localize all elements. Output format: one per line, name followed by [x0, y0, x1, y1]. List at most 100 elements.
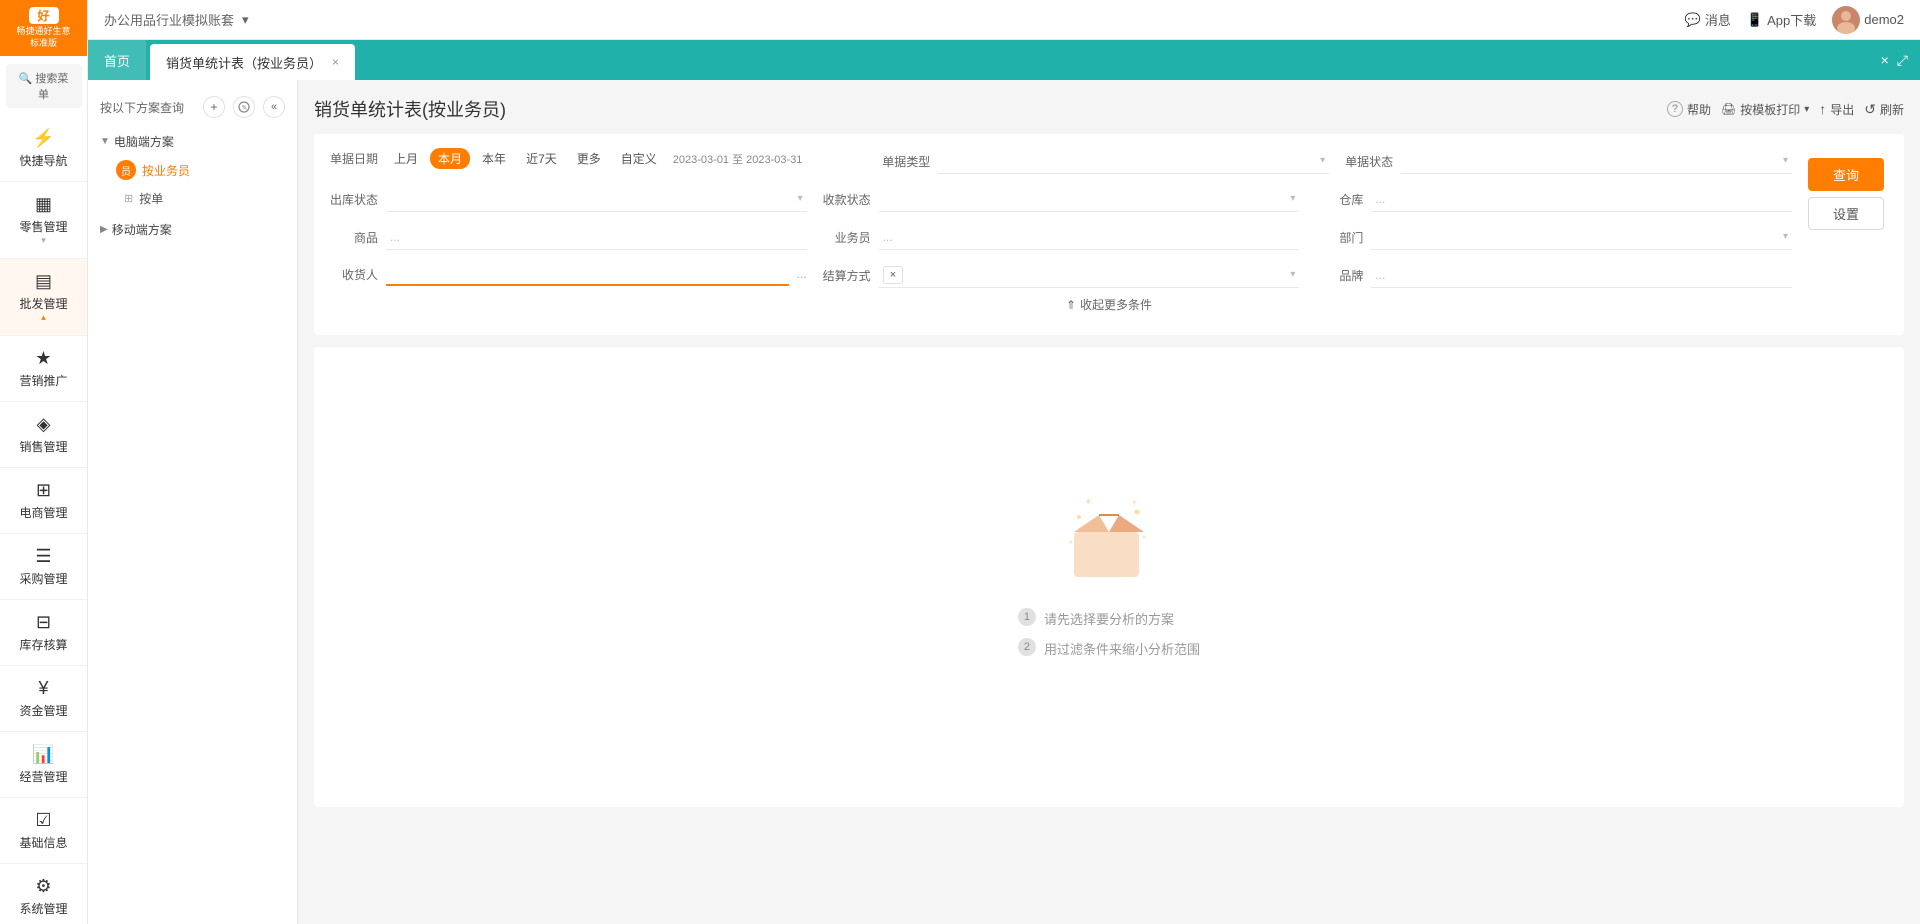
sidebar-item-inventory[interactable]: ⊟ 库存核算 [0, 600, 87, 666]
salesman-placeholder: ... [883, 230, 893, 244]
scheme-group-desktop-header[interactable]: ▼ 电脑端方案 [88, 128, 297, 155]
warehouse-select[interactable]: ... [1371, 186, 1792, 212]
payment-select[interactable]: × ▾ [879, 262, 1300, 288]
date-btn-this-year[interactable]: 本年 [474, 148, 514, 169]
doc-status-label: 单据状态 [1345, 153, 1393, 170]
filter-form-main: 单据日期 上月 本月 本年 近7天 更多 自定义 2023-03-01 至 20… [330, 148, 1792, 288]
tab-close-all-icon[interactable]: × [1881, 52, 1889, 69]
export-btn[interactable]: ↑ 导出 [1819, 101, 1854, 118]
edit-scheme-btn[interactable]: ✎ [233, 96, 255, 118]
basic-icon: ☑ [35, 810, 51, 831]
collapse-bar[interactable]: ⇑ 收起更多条件 [330, 288, 1888, 321]
date-btn-last-month[interactable]: 上月 [386, 148, 426, 169]
refresh-icon: ↺ [1864, 101, 1876, 118]
sub-icon: ⊞ [124, 192, 133, 205]
finance-icon: ¥ [38, 678, 48, 699]
consignee-more-icon[interactable]: ... [797, 267, 807, 281]
doc-type-select[interactable]: ▾ [938, 148, 1329, 174]
brand-select[interactable]: ... [1371, 262, 1792, 288]
empty-description: 1 请先选择要分析的方案 2 用过滤条件来缩小分析范围 [1018, 607, 1200, 667]
search-icon: 🔍 [19, 73, 33, 85]
date-btn-this-month[interactable]: 本月 [430, 148, 470, 169]
left-panel-title: 按以下方案查询 [100, 99, 184, 116]
payment-tag[interactable]: × [883, 266, 903, 284]
app-download-btn[interactable]: 📱 App下载 [1747, 10, 1816, 29]
page-title: 销货单统计表(按业务员) [314, 96, 506, 122]
right-buttons-column: 查询 设置 [1808, 148, 1888, 230]
out-status-arrow: ▾ [798, 193, 803, 204]
filter-row-3: 商品 ... 业务员 ... [330, 224, 1792, 250]
sidebar-item-marketing[interactable]: ★ 营销推广 [0, 336, 87, 402]
empty-state: ✦ ✦ 1 请先选择要分析的方案 2 用过滤条件来缩小分析范围 [314, 407, 1904, 747]
app-icon: 📱 [1747, 12, 1763, 28]
page-title-actions: ? 帮助 🖨 按模板打印 ▾ ↑ 导出 ↺ 刷新 [1667, 101, 1904, 118]
sidebar-item-wholesale[interactable]: ▤ 批发管理 ▴ [0, 259, 87, 336]
filter-group-goods: 商品 ... [330, 224, 807, 250]
brand-label: 品牌 [1315, 267, 1363, 284]
scheme-item-order[interactable]: ⊞ 按单 [88, 185, 297, 212]
salesman-label: 业务员 [823, 229, 871, 246]
payment-label: 结算方式 [823, 267, 871, 284]
filter-group-receive-status: 收款状态 ▾ [823, 186, 1300, 212]
setting-btn[interactable]: 设置 [1808, 197, 1884, 230]
doc-status-select[interactable]: ▾ [1401, 148, 1792, 174]
dept-select[interactable]: ▾ [1371, 224, 1792, 250]
tab-close-btn[interactable]: × [332, 55, 339, 69]
sidebar-item-quick-nav[interactable]: ⚡ 快捷导航 [0, 116, 87, 182]
sidebar-item-basic[interactable]: ☑ 基础信息 [0, 798, 87, 864]
sidebar-item-operations[interactable]: 📊 经营管理 [0, 732, 87, 798]
scheme-group-arrow: ▼ [100, 136, 110, 147]
message-btn[interactable]: 💬 消息 [1685, 10, 1731, 29]
date-btn-custom[interactable]: 自定义 [613, 148, 665, 169]
date-filter: 上月 本月 本年 近7天 更多 自定义 2023-03-01 至 2023-03… [386, 148, 866, 169]
consignee-input[interactable] [386, 262, 789, 286]
ecommerce-icon: ⊞ [36, 480, 51, 501]
date-label: 单据日期 [330, 150, 378, 167]
tab-home[interactable]: 首页 [88, 40, 146, 80]
tabbar: 首页 销货单统计表（按业务员） × × ⤢ [88, 40, 1920, 80]
sidebar-item-sales[interactable]: ◈ 销售管理 [0, 402, 87, 468]
search-menu[interactable]: 🔍 搜索菜单 [6, 64, 82, 108]
help-btn[interactable]: ? 帮助 [1667, 101, 1711, 118]
tab-expand-icon[interactable]: ⤢ [1897, 52, 1908, 69]
refresh-btn[interactable]: ↺ 刷新 [1864, 101, 1904, 118]
tab-sales-stats[interactable]: 销货单统计表（按业务员） × [150, 44, 355, 80]
payment-tag-value: × [890, 269, 896, 281]
sidebar-item-retail[interactable]: ▦ 零售管理 ▾ [0, 182, 87, 259]
tab-actions: × ⤢ [1881, 52, 1920, 69]
retail-icon: ▦ [35, 194, 52, 215]
collapse-scheme-btn[interactable]: « [263, 96, 285, 118]
lph-actions: + ✎ « [203, 96, 285, 118]
goods-select[interactable]: ... [386, 224, 807, 250]
add-scheme-btn[interactable]: + [203, 96, 225, 118]
print-btn[interactable]: 🖨 按模板打印 ▾ [1721, 101, 1809, 118]
marketing-icon: ★ [35, 348, 51, 369]
date-btn-7days[interactable]: 近7天 [518, 148, 565, 169]
content-area: 按以下方案查询 + ✎ « ▼ 电脑端方案 员 按业务员 [88, 80, 1920, 924]
user-avatar-btn[interactable]: demo2 [1832, 6, 1904, 34]
wholesale-arrow: ▴ [41, 312, 46, 323]
sidebar-item-ecommerce[interactable]: ⊞ 电商管理 [0, 468, 87, 534]
filter-row-2: 出库状态 ▾ 收款状态 ▾ [330, 186, 1792, 212]
scheme-group-mobile-header[interactable]: ▶ 移动端方案 [88, 216, 297, 243]
query-btn[interactable]: 查询 [1808, 158, 1884, 191]
nav-dropdown-icon[interactable]: ▾ [242, 12, 249, 28]
scheme-item-salesman[interactable]: 员 按业务员 [88, 155, 297, 185]
salesman-select[interactable]: ... [879, 224, 1300, 250]
date-range: 2023-03-01 至 2023-03-31 [673, 151, 803, 167]
scheme-group-desktop: ▼ 电脑端方案 员 按业务员 ⊞ 按单 [88, 128, 297, 212]
sidebar-item-finance[interactable]: ¥ 资金管理 [0, 666, 87, 732]
user-name: demo2 [1864, 12, 1904, 27]
sidebar-item-purchase[interactable]: ☰ 采购管理 [0, 534, 87, 600]
out-status-select[interactable]: ▾ [386, 186, 807, 212]
sidebar-item-system[interactable]: ⚙ 系统管理 [0, 864, 87, 924]
left-panel-header: 按以下方案查询 + ✎ « [88, 90, 297, 124]
filter-group-date: 单据日期 上月 本月 本年 近7天 更多 自定义 2023-03-01 至 20… [330, 148, 866, 169]
date-btn-more[interactable]: 更多 [569, 148, 609, 169]
topbar: 办公用品行业模拟账套 ▾ 💬 消息 📱 App下载 de [88, 0, 1920, 40]
app-logo: 好 畅捷通好生意 标准版 [0, 0, 88, 56]
avatar [1832, 6, 1860, 34]
topbar-right: 💬 消息 📱 App下载 demo2 [1685, 6, 1904, 34]
message-icon: 💬 [1685, 12, 1701, 28]
receive-status-select[interactable]: ▾ [879, 186, 1300, 212]
